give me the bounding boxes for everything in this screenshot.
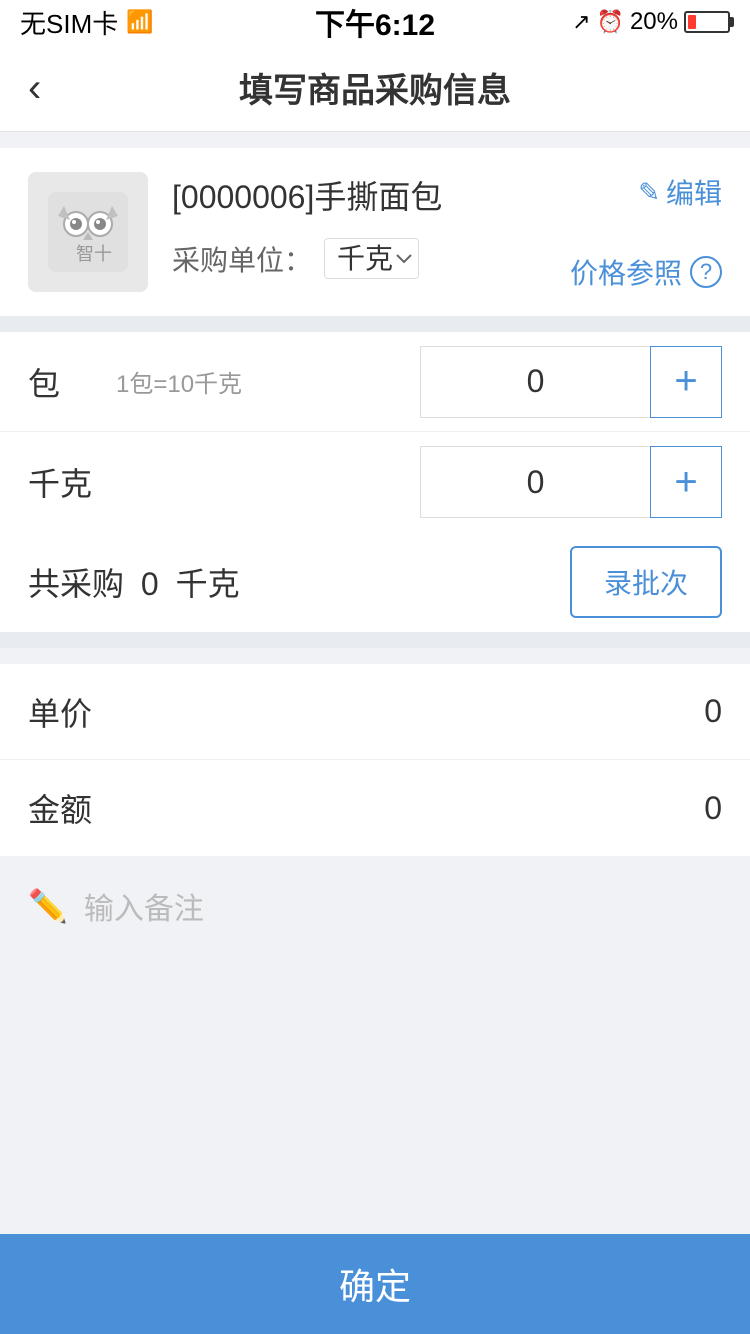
notes-section[interactable]: ✏️ 输入备注: [0, 856, 750, 956]
kg-input-row: 千克 +: [0, 432, 750, 532]
summary-unit: 千克: [176, 566, 240, 602]
kg-quantity-input[interactable]: [420, 446, 650, 518]
bag-sublabel: 1包=10千克: [116, 364, 420, 399]
edit-icon: ✎: [638, 177, 660, 208]
summary-value: 0: [141, 566, 159, 602]
battery-fill: [688, 15, 696, 29]
battery-icon: [684, 11, 730, 33]
status-right: ↗ ⏰ 20%: [572, 8, 730, 36]
unit-price-row: 单价 0: [0, 664, 750, 760]
status-time: 下午6:12: [315, 0, 435, 44]
record-batch-button[interactable]: 录批次: [570, 546, 722, 618]
edit-label: 编辑: [666, 172, 722, 212]
pencil-icon: ✏️: [28, 887, 68, 925]
unit-price-label: 单价: [28, 689, 92, 735]
summary-text: 共采购 0 千克: [28, 559, 240, 605]
product-thumbnail: 智十: [48, 192, 128, 272]
price-ref-label: 价格参照: [570, 252, 682, 292]
page-title: 填写商品采购信息: [239, 63, 511, 112]
kg-input-controls: +: [420, 446, 722, 518]
bag-plus-button[interactable]: +: [650, 346, 722, 418]
svg-text:智十: 智十: [76, 244, 112, 264]
status-bar: 无SIM卡 📶 下午6:12 ↗ ⏰ 20%: [0, 0, 750, 44]
unit-select[interactable]: 千克 包: [324, 238, 419, 279]
unit-price-value: 0: [704, 693, 722, 730]
bag-label: 包: [28, 359, 108, 405]
price-ref-button[interactable]: 价格参照 ?: [570, 252, 722, 292]
edit-button[interactable]: ✎ 编辑: [638, 172, 722, 212]
bag-input-controls: +: [420, 346, 722, 418]
unit-label: 采购单位：: [172, 239, 312, 279]
kg-plus-button[interactable]: +: [650, 446, 722, 518]
back-button[interactable]: ‹: [28, 68, 41, 108]
alarm-icon: ⏰: [597, 9, 624, 35]
input-section: 包 1包=10千克 + 千克 +: [0, 332, 750, 532]
bag-input-row: 包 1包=10千克 +: [0, 332, 750, 432]
price-section: 单价 0 金额 0: [0, 664, 750, 856]
battery-percent: 20%: [630, 8, 678, 36]
amount-value: 0: [704, 790, 722, 827]
nav-bar: ‹ 填写商品采购信息: [0, 44, 750, 132]
notes-placeholder: 输入备注: [84, 884, 204, 928]
owl-logo-icon: 智十: [48, 192, 128, 272]
bottom-spacer: [0, 956, 750, 1056]
confirm-button[interactable]: 确定: [0, 1234, 750, 1334]
amount-label: 金额: [28, 785, 92, 831]
product-image: 智十: [28, 172, 148, 292]
carrier-label: 无SIM卡: [20, 4, 118, 41]
summary-prefix: 共采购: [28, 566, 124, 602]
product-card: 智十 [0000006]手撕面包 采购单位： 千克 包 ✎ 编辑 价格参照 ?: [0, 148, 750, 316]
section-divider-2: [0, 632, 750, 648]
bag-quantity-input[interactable]: [420, 346, 650, 418]
section-divider-1: [0, 316, 750, 332]
status-left: 无SIM卡 📶: [20, 4, 154, 41]
amount-row: 金额 0: [0, 760, 750, 856]
location-icon: ↗: [572, 9, 590, 35]
kg-label: 千克: [28, 459, 108, 505]
summary-row: 共采购 0 千克 录批次: [0, 532, 750, 632]
wifi-icon: 📶: [126, 9, 153, 35]
help-icon: ?: [690, 256, 722, 288]
